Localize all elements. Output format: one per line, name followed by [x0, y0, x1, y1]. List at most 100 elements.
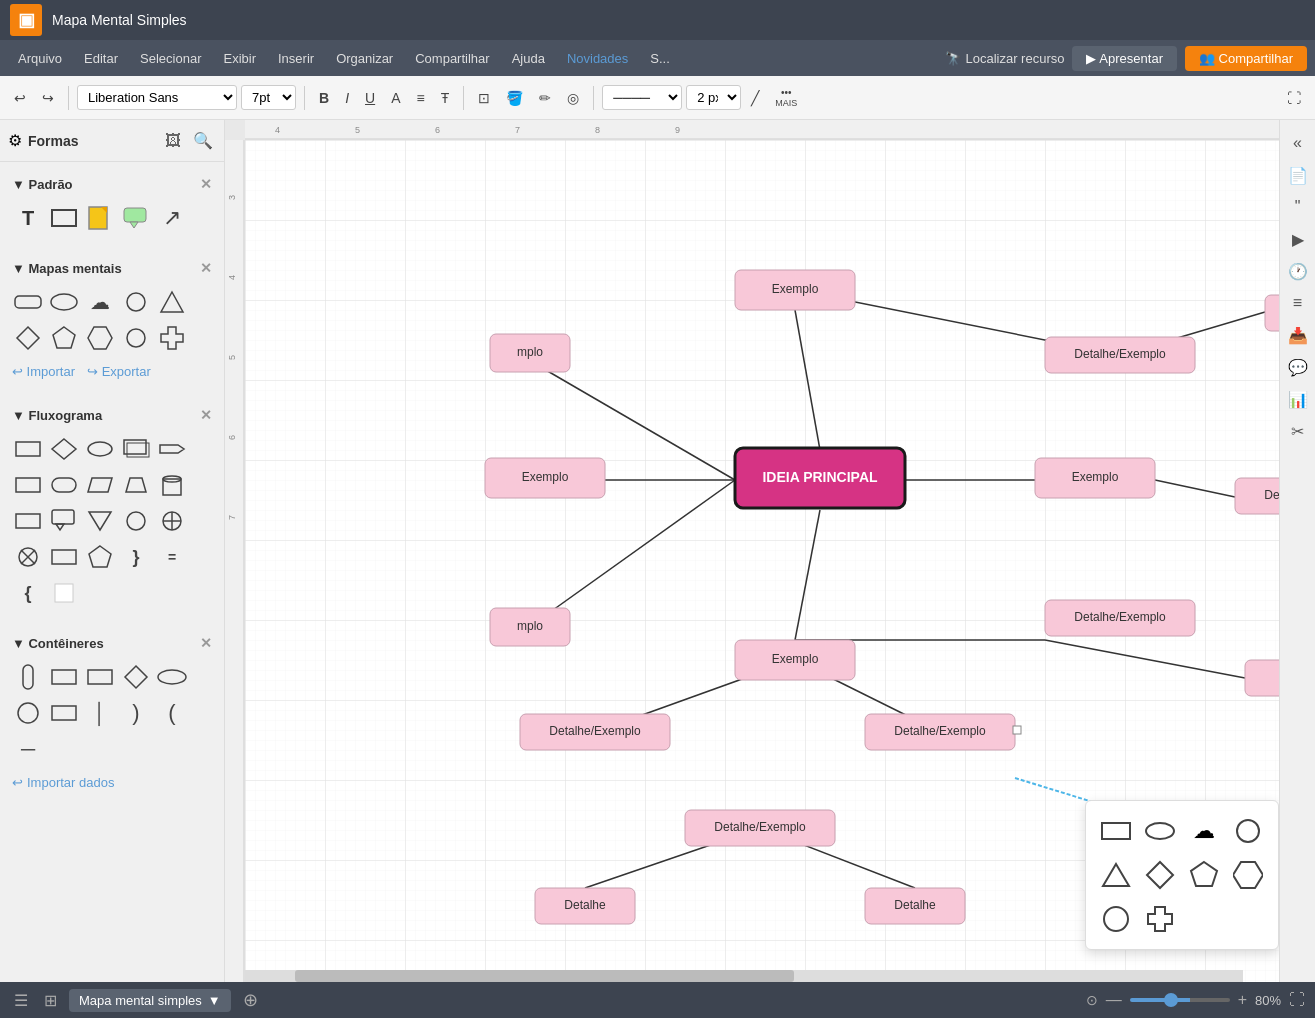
tab-mapa-mental[interactable]: Mapa mental simples ▼	[69, 989, 231, 1012]
mm-shape-rect[interactable]	[12, 286, 44, 318]
menu-arquivo[interactable]: Arquivo	[8, 47, 72, 70]
right-cut-icon[interactable]: ✂	[1283, 416, 1313, 446]
fl-x-circle[interactable]	[12, 541, 44, 573]
text-format-button[interactable]: Ŧ	[435, 86, 456, 110]
picker-diamond[interactable]	[1142, 857, 1178, 893]
picker-hexagon[interactable]	[1230, 857, 1266, 893]
opacity-button[interactable]: ◎	[561, 86, 585, 110]
mm-shape-triangle[interactable]	[156, 286, 188, 318]
shape-note[interactable]	[84, 202, 116, 234]
mm-shape-circle[interactable]	[120, 286, 152, 318]
right-download-icon[interactable]: 📥	[1283, 320, 1313, 350]
apresentar-button[interactable]: ▶ Apresentar	[1072, 46, 1177, 71]
underline-button[interactable]: U	[359, 86, 381, 110]
cont-lparen[interactable]: (	[156, 697, 188, 729]
right-quote-icon[interactable]: "	[1283, 192, 1313, 222]
selection-handle[interactable]	[1013, 726, 1021, 734]
zoom-slider[interactable]	[1130, 998, 1230, 1002]
fluxo-close[interactable]: ✕	[200, 407, 212, 423]
font-family-select[interactable]: Liberation Sans	[77, 85, 237, 110]
cont-rect2[interactable]	[84, 661, 116, 693]
fl-tri-down[interactable]	[84, 505, 116, 537]
connection-button[interactable]: ╱	[745, 86, 765, 110]
zoom-in-button[interactable]: +	[1238, 991, 1247, 1009]
font-color-button[interactable]: A	[385, 86, 406, 110]
mm-shape-cloud[interactable]: ☁	[84, 286, 116, 318]
picker-circle[interactable]	[1230, 813, 1266, 849]
mm-shape-ellipse[interactable]	[48, 286, 80, 318]
mm-shape-circle2[interactable]	[120, 322, 152, 354]
line-width-select[interactable]: 2 px	[686, 85, 741, 110]
home-icon[interactable]: ⊙	[1086, 992, 1098, 1008]
italic-button[interactable]: I	[339, 86, 355, 110]
search-shapes-button[interactable]: 🖼	[162, 129, 184, 153]
fl-rect4[interactable]	[48, 541, 80, 573]
search-button[interactable]: 🔍	[190, 128, 216, 153]
fl-arrow-right[interactable]	[156, 433, 188, 465]
shape-text[interactable]: T	[12, 202, 44, 234]
more-button[interactable]: ••• MAIS	[769, 83, 803, 112]
localizar-recurso[interactable]: 🔭 Localizar recurso	[945, 51, 1064, 66]
mm-shape-cross[interactable]	[156, 322, 188, 354]
fl-trapezoid[interactable]	[120, 469, 152, 501]
menu-exibir[interactable]: Exibir	[213, 47, 266, 70]
picker-cloud[interactable]: ☁	[1186, 813, 1222, 849]
fl-white[interactable]	[48, 577, 80, 609]
padrao-close[interactable]: ✕	[200, 176, 212, 192]
right-play-icon[interactable]: ▶	[1283, 224, 1313, 254]
zoom-expand-button[interactable]: ⛶	[1289, 991, 1305, 1009]
fl-diamond[interactable]	[48, 433, 80, 465]
picker-pentagon[interactable]	[1186, 857, 1222, 893]
mm-shape-diamond[interactable]	[12, 322, 44, 354]
add-tab-button[interactable]: ⊕	[239, 989, 262, 1011]
top-detalhe-rect[interactable]	[1265, 295, 1279, 331]
cont-rect3[interactable]	[48, 697, 80, 729]
align-button[interactable]: ≡	[410, 86, 430, 110]
font-size-select[interactable]: 7pt	[241, 85, 296, 110]
fl-rect3[interactable]	[12, 505, 44, 537]
menu-novidades[interactable]: Novidades	[557, 47, 638, 70]
cont-pill[interactable]	[12, 661, 44, 693]
compartilhar-button[interactable]: 👥 Compartilhar	[1185, 46, 1307, 71]
picker-cross[interactable]	[1142, 901, 1178, 937]
fl-callout2[interactable]	[48, 505, 80, 537]
fl-double-rect[interactable]	[120, 433, 152, 465]
menu-organizar[interactable]: Organizar	[326, 47, 403, 70]
right-collapse-icon[interactable]: «	[1283, 128, 1313, 158]
redo-button[interactable]: ↪	[36, 86, 60, 110]
fill-color-button[interactable]: 🪣	[500, 86, 529, 110]
right-chat-icon[interactable]: 💬	[1283, 352, 1313, 382]
cont-rect[interactable]	[48, 661, 80, 693]
fl-ellipse[interactable]	[84, 433, 116, 465]
menu-editar[interactable]: Editar	[74, 47, 128, 70]
fl-cylinder[interactable]	[156, 469, 188, 501]
picker-circle2[interactable]	[1098, 901, 1134, 937]
fl-parallelogram[interactable]	[84, 469, 116, 501]
mapas-close[interactable]: ✕	[200, 260, 212, 276]
border-button[interactable]: ⊡	[472, 86, 496, 110]
menu-s[interactable]: S...	[640, 47, 680, 70]
cont-hline[interactable]: ─	[12, 733, 44, 765]
fl-brace[interactable]: }	[120, 541, 152, 573]
fl-rect2[interactable]	[12, 469, 44, 501]
fl-circle2[interactable]	[120, 505, 152, 537]
picker-ellipse[interactable]	[1142, 813, 1178, 849]
fl-pentagon2[interactable]	[84, 541, 116, 573]
bold-button[interactable]: B	[313, 86, 335, 110]
cont-oval[interactable]	[156, 661, 188, 693]
shape-callout[interactable]	[120, 202, 152, 234]
menu-ajuda[interactable]: Ajuda	[502, 47, 555, 70]
cont-diamond2[interactable]	[120, 661, 152, 693]
import-data-link[interactable]: ↩ Importar dados	[12, 775, 114, 790]
import-link[interactable]: ↩ Importar	[12, 364, 75, 379]
list-view-button[interactable]: ☰	[10, 987, 32, 1014]
fl-cross-circle[interactable]	[156, 505, 188, 537]
picker-triangle[interactable]	[1098, 857, 1134, 893]
fl-rounded[interactable]	[48, 469, 80, 501]
mm-shape-pentagon[interactable]	[48, 322, 80, 354]
canvas-area[interactable]: 4 5 6 7 8 9 3 4 5 6 7	[225, 120, 1279, 982]
grid-view-button[interactable]: ⊞	[40, 987, 61, 1014]
canvas-content[interactable]: IDEIA PRINCIPAL Exemplo Exemplo Exemplo …	[245, 140, 1279, 982]
line-color-button[interactable]: ✏	[533, 86, 557, 110]
menu-selecionar[interactable]: Selecionar	[130, 47, 211, 70]
